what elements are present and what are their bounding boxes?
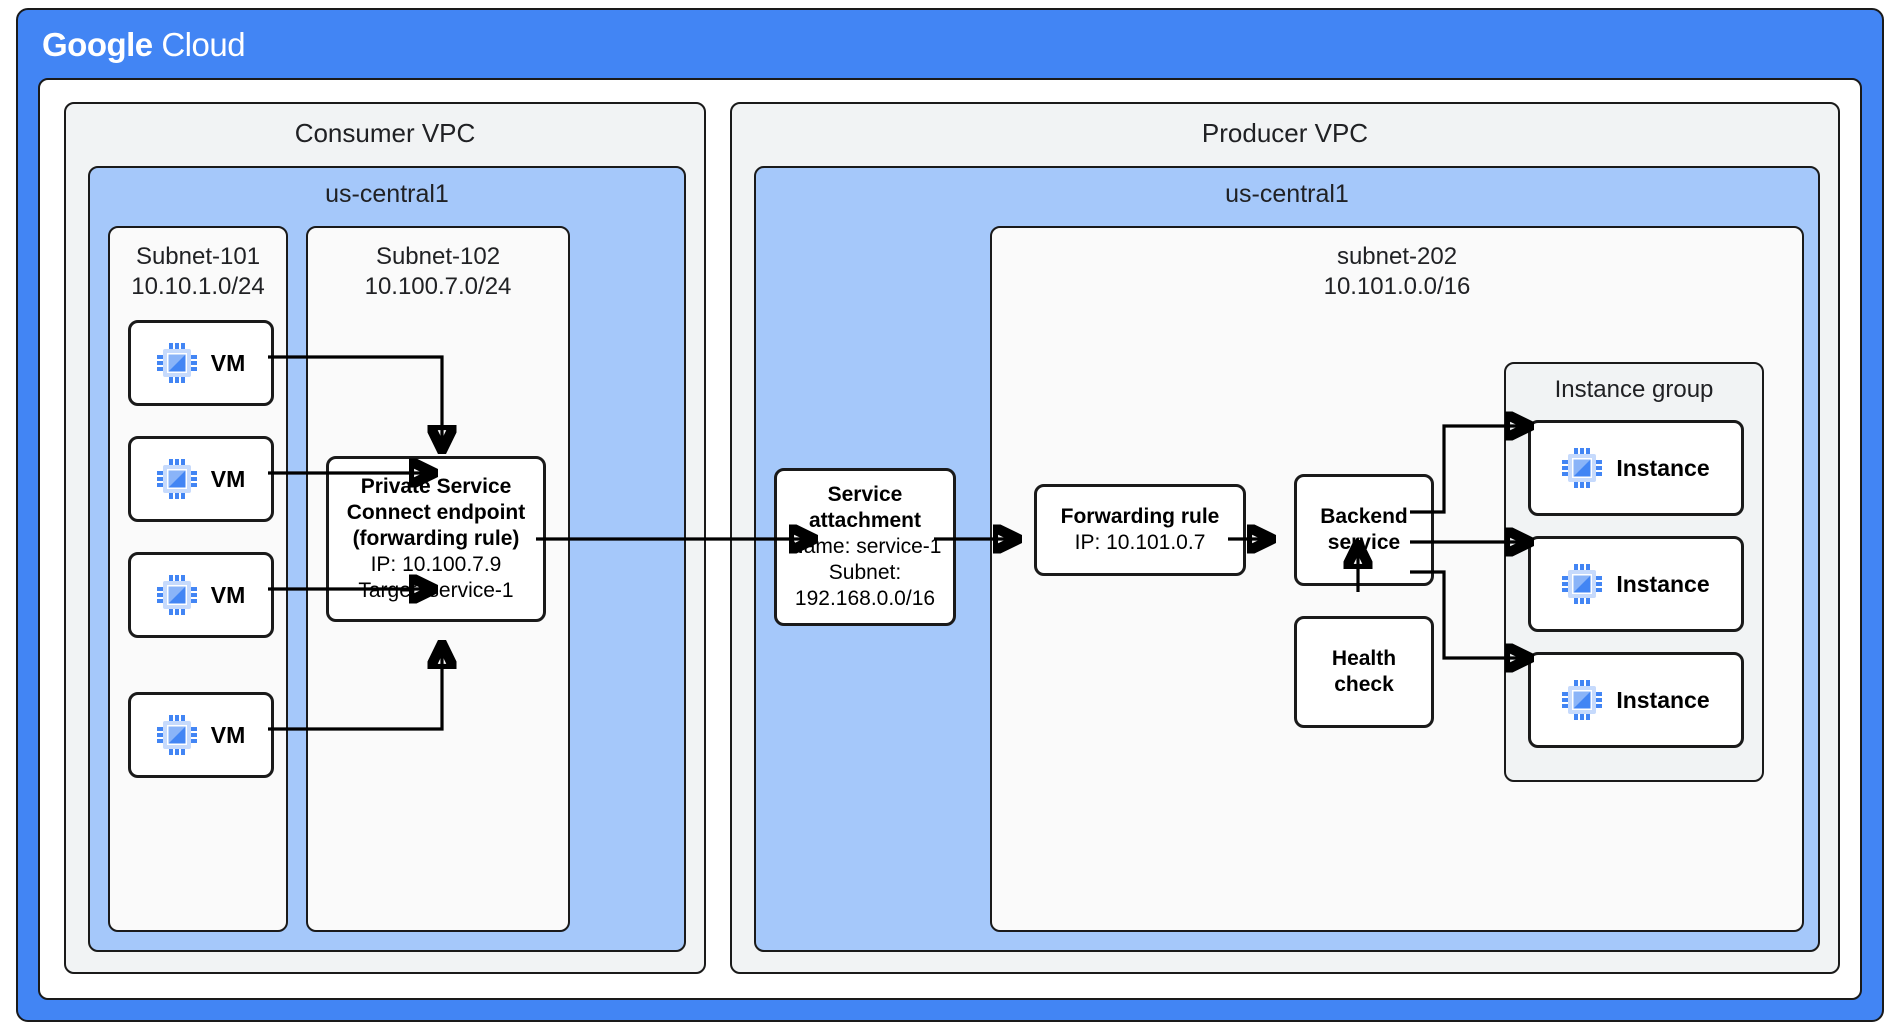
bs-title-line1: Backend (1320, 504, 1408, 528)
producer-region-title: us-central1 (1225, 180, 1349, 208)
psc-title-line3: (forwarding rule) (352, 526, 520, 550)
hc-title-line1: Health (1331, 646, 1397, 670)
health-check-box[interactable]: Health check (1294, 616, 1434, 728)
sa-title-line1: Service (827, 482, 903, 506)
logo-word-google: Google (42, 26, 153, 63)
consumer-region-title: us-central1 (325, 180, 449, 208)
service-attachment-box[interactable]: Service attachment Name: service-1 Subne… (774, 468, 956, 626)
google-cloud-frame: Google Cloud Consumer VPC us-central1 Su… (16, 8, 1884, 1022)
subnet-101-cidr: 10.10.1.0/24 (131, 273, 265, 301)
subnet-202-cidr: 10.101.0.0/16 (1323, 273, 1471, 301)
cpu-chip-icon (156, 715, 197, 755)
sa-detail-name: Name: service-1 (788, 534, 942, 558)
vm-content-4: VM (156, 715, 246, 755)
instance-box-2[interactable]: Instance (1528, 536, 1744, 632)
producer-vpc-title: Producer VPC (1201, 118, 1369, 148)
health-check-text: Health check (1332, 646, 1396, 698)
subnet-101-panel: Subnet-101 10.10.1.0/24 VM VM VM VM (108, 226, 288, 932)
producer-vpc-panel: Producer VPC us-central1 Service attachm… (730, 102, 1840, 974)
instance-content-1: Instance (1562, 448, 1710, 488)
subnet-202-title: subnet-202 10.101.0.0/16 (992, 242, 1802, 302)
instance-group-panel: Instance group Instance Instance Instanc… (1504, 362, 1764, 782)
bs-title-line2: service (1327, 531, 1401, 554)
psc-title-line1: Private Service (360, 474, 512, 498)
vm-box-4[interactable]: VM (128, 692, 274, 778)
psc-detail-ip: IP: 10.100.7.9 (370, 553, 502, 577)
sa-title-line2: attachment (808, 508, 921, 532)
subnet-202-name: subnet-202 (1336, 243, 1458, 270)
backend-service-text: Backend service (1320, 504, 1408, 556)
instance-box-3[interactable]: Instance (1528, 652, 1744, 748)
subnet-101-name: Subnet-101 (135, 243, 261, 270)
service-attachment-text: Service attachment Name: service-1 Subne… (789, 482, 942, 612)
vm-box-1[interactable]: VM (128, 320, 274, 406)
vm-content-3: VM (156, 575, 246, 615)
consumer-vpc-panel: Consumer VPC us-central1 Subnet-101 10.1… (64, 102, 706, 974)
subnet-202-panel: subnet-202 10.101.0.0/16 Forwarding rule… (990, 226, 1804, 932)
sa-detail-subnet-label: Subnet: (828, 561, 902, 585)
producer-region-panel: us-central1 Service attachment Name: ser… (754, 166, 1820, 952)
cpu-chip-icon (156, 459, 197, 499)
vm-content-2: VM (156, 459, 246, 499)
instance-label-3: Instance (1616, 686, 1710, 713)
hc-title-line2: check (1334, 673, 1394, 696)
subnet-102-panel: Subnet-102 10.100.7.0/24 Private Service… (306, 226, 570, 932)
instance-content-3: Instance (1562, 680, 1710, 720)
cpu-chip-icon (1562, 564, 1603, 604)
cpu-chip-icon (156, 575, 197, 615)
instance-content-2: Instance (1562, 564, 1710, 604)
fr-detail-ip: IP: 10.101.0.7 (1074, 531, 1206, 554)
vm-box-2[interactable]: VM (128, 436, 274, 522)
subnet-102-title: Subnet-102 10.100.7.0/24 (308, 242, 568, 302)
fr-title: Forwarding rule (1060, 504, 1220, 528)
subnet-102-cidr: 10.100.7.0/24 (364, 273, 512, 301)
forwarding-rule-text: Forwarding rule IP: 10.101.0.7 (1061, 504, 1220, 556)
psc-endpoint-text: Private Service Connect endpoint (forwar… (347, 474, 525, 604)
vm-label-1: VM (210, 349, 246, 376)
subnet-102-name: Subnet-102 (375, 243, 501, 270)
cpu-chip-icon (1562, 680, 1603, 720)
psc-endpoint-box[interactable]: Private Service Connect endpoint (forwar… (326, 456, 546, 622)
vm-label-3: VM (210, 581, 246, 608)
instance-label-2: Instance (1616, 570, 1710, 597)
vm-box-3[interactable]: VM (128, 552, 274, 638)
vm-label-2: VM (210, 465, 246, 492)
instance-group-title: Instance group (1554, 376, 1714, 403)
diagram-canvas: Consumer VPC us-central1 Subnet-101 10.1… (38, 78, 1862, 1000)
instance-box-1[interactable]: Instance (1528, 420, 1744, 516)
forwarding-rule-box[interactable]: Forwarding rule IP: 10.101.0.7 (1034, 484, 1246, 576)
cpu-chip-icon (156, 343, 197, 383)
consumer-vpc-title: Consumer VPC (294, 118, 476, 148)
consumer-region-panel: us-central1 Subnet-101 10.10.1.0/24 VM V… (88, 166, 686, 952)
subnet-101-title: Subnet-101 10.10.1.0/24 (110, 242, 286, 302)
sa-detail-subnet-value: 192.168.0.0/16 (794, 587, 936, 611)
google-cloud-logo: Google Cloud (42, 26, 246, 64)
psc-detail-target: Target: service-1 (358, 579, 514, 603)
instance-label-1: Instance (1616, 454, 1710, 481)
cpu-chip-icon (1562, 448, 1603, 488)
backend-service-box[interactable]: Backend service (1294, 474, 1434, 586)
psc-title-line2: Connect endpoint (346, 500, 526, 524)
vm-label-4: VM (210, 721, 246, 748)
vm-content-1: VM (156, 343, 246, 383)
logo-word-cloud: Cloud (161, 26, 246, 63)
